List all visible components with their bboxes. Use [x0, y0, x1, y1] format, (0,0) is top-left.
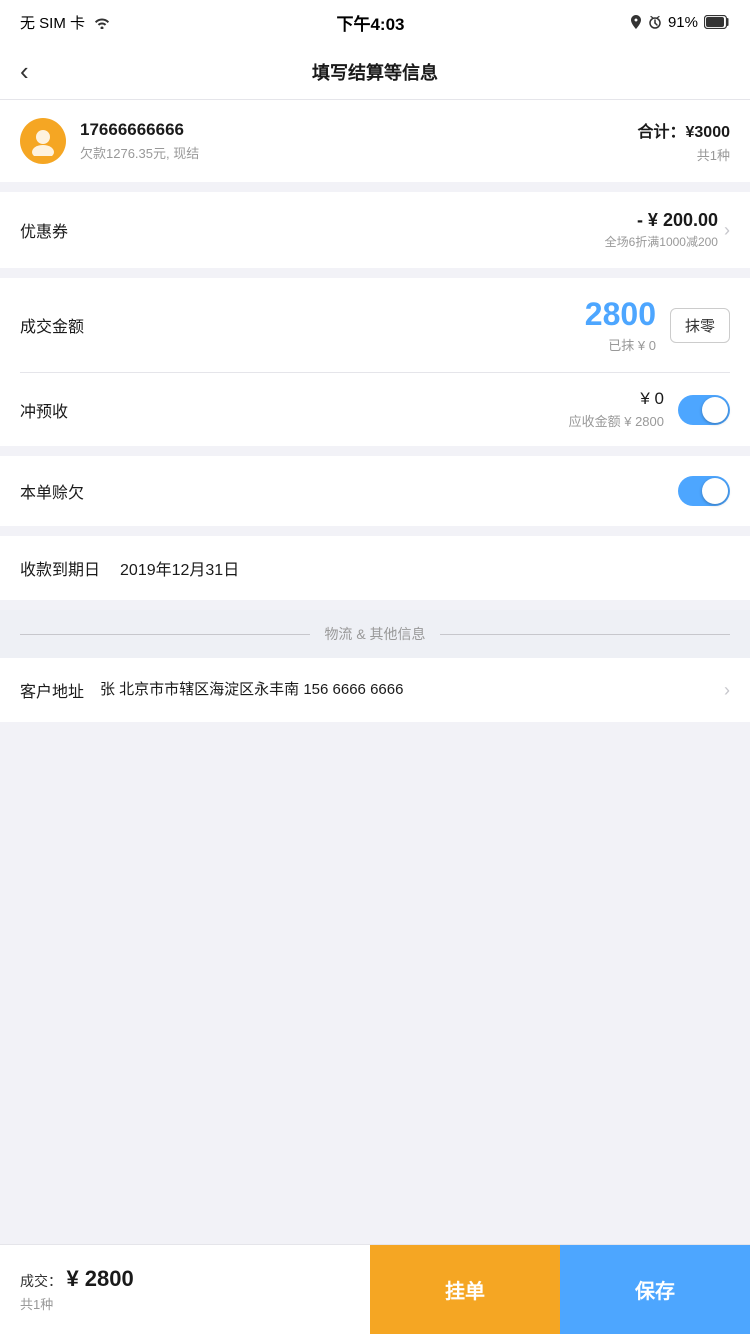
address-value: 张 北京市市辖区海淀区永丰南 156 6666 6666	[100, 679, 714, 702]
status-right: 91%	[630, 14, 730, 31]
customer-sub: 欠款1276.35元, 现结	[80, 143, 199, 162]
page-title: 填写结算等信息	[312, 59, 438, 85]
round-button[interactable]: 抹零	[670, 308, 730, 343]
toggle-thumb	[702, 397, 728, 423]
bottom-bar: 成交： ¥ 2800 共1种 挂单 保存	[0, 1244, 750, 1334]
customer-left: 17666666666 欠款1276.35元, 现结	[20, 118, 199, 164]
nav-bar: ‹ 填写结算等信息	[0, 44, 750, 100]
bottom-amount: ¥ 2800	[66, 1266, 133, 1291]
customer-phone: 17666666666	[80, 120, 199, 140]
prepay-label: 冲预收	[20, 398, 68, 422]
bottom-summary: 成交： ¥ 2800 共1种	[0, 1266, 370, 1313]
divider-line-right	[440, 634, 730, 635]
coupon-row[interactable]: 优惠券 - ¥ 200.00 全场6折满1000减200 ›	[0, 192, 750, 268]
section-divider-text: 物流 & 其他信息	[324, 624, 425, 644]
avatar-icon	[28, 126, 58, 156]
status-bar: 无 SIM 卡 下午4:03 91%	[0, 0, 750, 44]
customer-section: 17666666666 欠款1276.35元, 现结 合计：¥3000 共1种	[0, 100, 750, 182]
prepay-value-wrap: ¥ 0 应收金额 ¥ 2800	[569, 389, 664, 430]
chevron-right-icon: ›	[724, 220, 730, 241]
bottom-deal-row: 成交： ¥ 2800	[20, 1266, 350, 1292]
prepay-row: 冲预收 ¥ 0 应收金额 ¥ 2800	[0, 373, 750, 446]
debit-toggle-thumb	[702, 478, 728, 504]
debit-row: 本单赊欠	[0, 456, 750, 526]
prepay-amount: ¥ 0	[569, 389, 664, 409]
debit-label: 本单赊欠	[20, 479, 84, 503]
alarm-icon	[648, 15, 662, 29]
coupon-desc: 全场6折满1000减200	[605, 233, 718, 250]
battery-icon	[704, 15, 730, 29]
bottom-count: 共1种	[20, 1294, 350, 1313]
customer-info: 17666666666 欠款1276.35元, 现结	[80, 120, 199, 162]
sim-status: 无 SIM 卡	[20, 12, 85, 33]
status-left: 无 SIM 卡	[20, 12, 111, 33]
amount-section: 成交金额 2800 已抹 ¥ 0 抹零 冲预收 ¥ 0 应收金额 ¥ 2800	[0, 278, 750, 446]
customer-count: 共1种	[638, 145, 731, 164]
address-row[interactable]: 客户地址 张 北京市市辖区海淀区永丰南 156 6666 6666 ›	[0, 658, 750, 722]
status-time: 下午4:03	[336, 10, 404, 35]
amount-sub: 已抹 ¥ 0	[585, 335, 656, 354]
prepay-toggle[interactable]	[678, 395, 730, 425]
coupon-discount: - ¥ 200.00	[605, 210, 718, 231]
coupon-right: - ¥ 200.00 全场6折满1000减200 ›	[605, 210, 730, 250]
divider-line-left	[20, 634, 310, 635]
location-icon	[630, 15, 642, 29]
due-date-row: 收款到期日 2019年12月31日	[0, 536, 750, 600]
customer-total-amount: 合计：¥3000	[638, 118, 731, 142]
back-button[interactable]: ‹	[12, 48, 37, 95]
bottom-deal-label: 成交：	[20, 1273, 62, 1289]
amount-row: 成交金额 2800 已抹 ¥ 0 抹零	[0, 278, 750, 372]
coupon-label: 优惠券	[20, 218, 68, 242]
prepay-right: ¥ 0 应收金额 ¥ 2800	[569, 389, 730, 430]
due-date-value: 2019年12月31日	[120, 556, 239, 580]
customer-right: 合计：¥3000 共1种	[638, 118, 731, 164]
save-button[interactable]: 保存	[560, 1245, 750, 1334]
wifi-icon	[93, 15, 111, 29]
amount-value-wrap: 2800 已抹 ¥ 0	[585, 296, 656, 354]
amount-label: 成交金额	[20, 313, 84, 337]
amount-right: 2800 已抹 ¥ 0 抹零	[585, 296, 730, 354]
customer-row: 17666666666 欠款1276.35元, 现结 合计：¥3000 共1种	[0, 100, 750, 182]
section-divider: 物流 & 其他信息	[0, 610, 750, 658]
coupon-section: 优惠券 - ¥ 200.00 全场6折满1000减200 ›	[0, 192, 750, 268]
amount-value: 2800	[585, 296, 656, 333]
gray-area	[0, 722, 750, 842]
avatar	[20, 118, 66, 164]
address-chevron-icon: ›	[724, 680, 730, 701]
battery-text: 91%	[668, 14, 698, 31]
address-label: 客户地址	[20, 678, 100, 702]
hang-button[interactable]: 挂单	[370, 1245, 560, 1334]
content: 17666666666 欠款1276.35元, 现结 合计：¥3000 共1种 …	[0, 100, 750, 932]
due-date-label: 收款到期日	[20, 556, 100, 580]
prepay-sub: 应收金额 ¥ 2800	[569, 411, 664, 430]
debit-toggle[interactable]	[678, 476, 730, 506]
